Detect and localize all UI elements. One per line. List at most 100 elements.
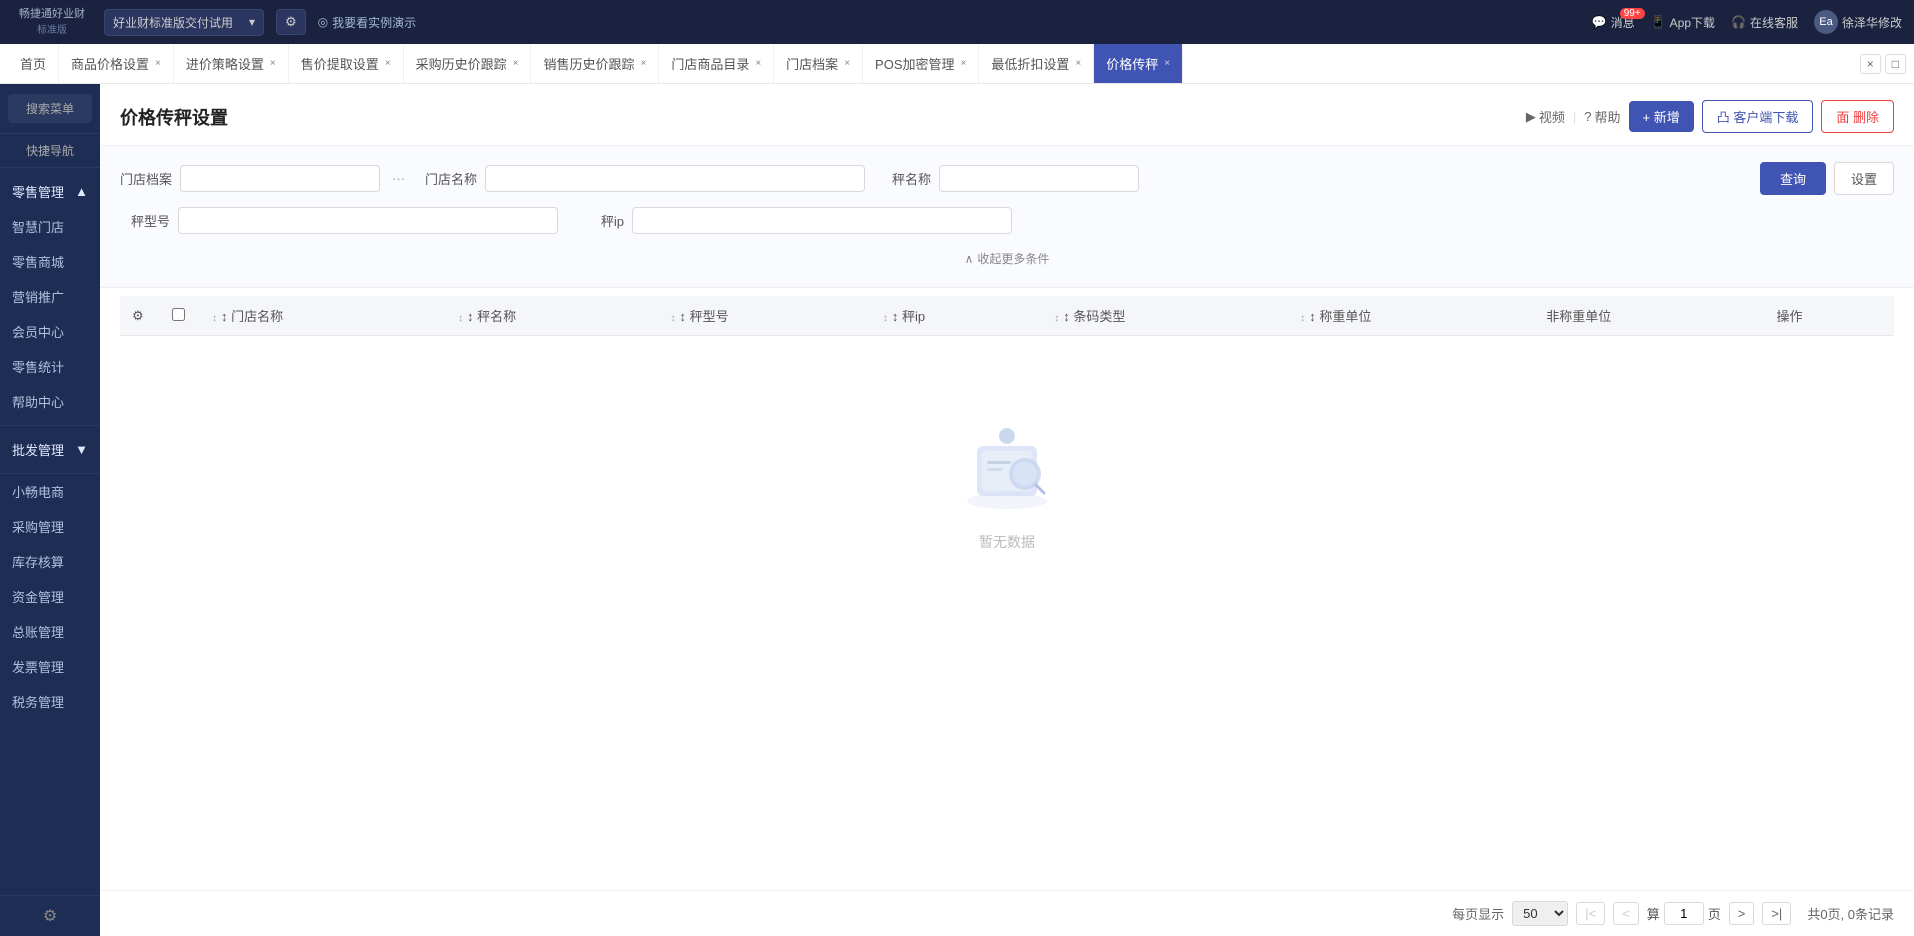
sidebar-item-tax[interactable]: 税务管理 — [0, 684, 100, 719]
store-name-input[interactable] — [485, 165, 865, 192]
sidebar-item-marketing[interactable]: 营销推广 — [0, 279, 100, 314]
add-button[interactable]: + 新增 — [1629, 101, 1694, 132]
user-menu[interactable]: Ea 徐泽华修改 — [1814, 10, 1902, 34]
scale-ip-input[interactable] — [632, 207, 1012, 234]
sidebar-section-retail: 零售管理 ▲ 智慧门店 零售商城 营销推广 会员中心 零售统计 帮助中心 — [0, 168, 100, 426]
sidebar-item-help-center[interactable]: 帮助中心 — [0, 384, 100, 419]
sidebar-section-wholesale-header[interactable]: 批发管理 ▼ — [0, 432, 100, 467]
scale-name-input[interactable] — [939, 165, 1139, 192]
select-all-checkbox[interactable] — [172, 308, 185, 321]
version-settings-button[interactable]: ⚙ — [276, 9, 306, 35]
prev-page-button[interactable]: < — [1613, 902, 1639, 925]
page-number-input[interactable] — [1664, 902, 1704, 925]
search-menu-button[interactable]: 搜索菜单 — [8, 94, 92, 123]
page-header: 价格传秤设置 ▶ 视频 | ? 帮助 + 新增 凸 客户端下载 面 删除 — [100, 84, 1914, 146]
app-download-button[interactable]: 📱 App下载 — [1651, 14, 1715, 31]
tab-sale-history[interactable]: 销售历史价跟踪 × — [531, 44, 659, 83]
table-col-scale-model[interactable]: ↕ 秤型号 — [658, 296, 870, 336]
tab-pos-manage-close[interactable]: × — [961, 58, 967, 69]
tab-sale-history-label: 销售历史价跟踪 — [543, 54, 634, 73]
pagination-bar: 每页显示 10 20 50 100 |< < 算 页 > >| 共0页, 0条记… — [100, 890, 1914, 936]
question-icon: ? — [1584, 109, 1591, 124]
tab-purchase-history-close[interactable]: × — [513, 58, 519, 69]
sidebar-item-ecommerce[interactable]: 小畅电商 — [0, 474, 100, 509]
tab-price-setting-close[interactable]: × — [155, 58, 161, 69]
filter-scale-name: 秤名称 — [881, 165, 1139, 192]
tab-min-discount-label: 最低折扣设置 — [991, 54, 1069, 73]
table-col-scale-ip[interactable]: ↕ 秤ip — [871, 296, 1042, 336]
tab-store-catalog[interactable]: 门店商品目录 × — [659, 44, 774, 83]
tab-price-spread-close[interactable]: × — [1164, 58, 1170, 69]
sidebar-item-ledger[interactable]: 总账管理 — [0, 614, 100, 649]
help-link[interactable]: ? 帮助 — [1584, 107, 1620, 126]
version-selector[interactable]: 好业财标准版交付试用 ▾ — [104, 9, 264, 36]
help-link-label: 帮助 — [1595, 107, 1621, 126]
total-info: 共0页, 0条记录 — [1807, 904, 1894, 923]
last-page-button[interactable]: >| — [1762, 902, 1791, 925]
store-file-input[interactable] — [180, 165, 380, 192]
main-layout: 搜索菜单 快捷导航 零售管理 ▲ 智慧门店 零售商城 营销推广 会员中心 零售统… — [0, 84, 1914, 936]
online-service-button[interactable]: 🎧 在线客服 — [1731, 14, 1798, 31]
content-area: 价格传秤设置 ▶ 视频 | ? 帮助 + 新增 凸 客户端下载 面 删除 — [100, 84, 1914, 936]
table-col-weight-unit[interactable]: ↕ 称重单位 — [1288, 296, 1534, 336]
version-text: 好业财标准版交付试用 — [113, 14, 243, 31]
table-col-scale-name[interactable]: ↕ 秤名称 — [446, 296, 658, 336]
tab-purchase-history[interactable]: 采购历史价跟踪 × — [404, 44, 532, 83]
table-header: ⚙ ↕ 门店名称 ↕ 秤名称 ↕ 秤型号 ↕ 秤ip ↕ 条码类型 ↕ 称重单位… — [120, 296, 1894, 336]
tab-store-file-label: 门店档案 — [786, 54, 838, 73]
tab-price-spread[interactable]: 价格传秤 × — [1094, 44, 1183, 83]
table-col-barcode-type[interactable]: ↕ 条码类型 — [1042, 296, 1288, 336]
video-link[interactable]: ▶ 视频 — [1526, 107, 1565, 126]
sidebar: 搜索菜单 快捷导航 零售管理 ▲ 智慧门店 零售商城 营销推广 会员中心 零售统… — [0, 84, 100, 936]
next-page-button[interactable]: > — [1729, 902, 1755, 925]
tab-price-setting[interactable]: 商品价格设置 × — [59, 44, 174, 83]
page-size-select[interactable]: 10 20 50 100 — [1512, 901, 1568, 926]
close-tab-button[interactable]: × — [1860, 54, 1881, 74]
tab-store-file[interactable]: 门店档案 × — [774, 44, 863, 83]
sidebar-gear-icon[interactable]: ⚙ — [43, 908, 57, 925]
query-button[interactable]: 查询 — [1760, 162, 1826, 195]
nav-window-controls: × □ — [1860, 54, 1906, 74]
tab-store-file-close[interactable]: × — [844, 58, 850, 69]
tab-purchase-strategy-close[interactable]: × — [270, 58, 276, 69]
sidebar-item-finance[interactable]: 资金管理 — [0, 579, 100, 614]
scale-model-input[interactable] — [178, 207, 558, 234]
download-client-button[interactable]: 凸 客户端下载 — [1702, 100, 1814, 133]
tab-sale-extract-close[interactable]: × — [385, 58, 391, 69]
tab-min-discount[interactable]: 最低折扣设置 × — [979, 44, 1094, 83]
table-gear-icon[interactable]: ⚙ — [132, 308, 144, 323]
demo-button[interactable]: ◎ 我要看实例演示 — [318, 14, 417, 31]
logo-subtitle: 标准版 — [37, 21, 67, 36]
table-col-store-name[interactable]: ↕ 门店名称 — [200, 296, 446, 336]
store-file-ellipsis[interactable]: ··· — [388, 171, 409, 186]
sidebar-item-retail-stats[interactable]: 零售统计 — [0, 349, 100, 384]
tab-sale-history-close[interactable]: × — [640, 58, 646, 69]
tab-home[interactable]: 首页 — [8, 44, 59, 83]
tab-sale-extract[interactable]: 售价提取设置 × — [289, 44, 404, 83]
top-header: 畅捷通好业财 标准版 好业财标准版交付试用 ▾ ⚙ ◎ 我要看实例演示 💬 消息… — [0, 0, 1914, 44]
page-of-label: 页 — [1708, 904, 1721, 923]
collapse-up-icon: ∧ — [965, 252, 974, 266]
quick-nav-button[interactable]: 快捷导航 — [0, 134, 100, 168]
expand-tab-button[interactable]: □ — [1885, 54, 1906, 74]
sidebar-section-retail-header[interactable]: 零售管理 ▲ — [0, 174, 100, 209]
collapse-button[interactable]: ∧ 收起更多条件 — [953, 246, 1062, 271]
delete-button[interactable]: 面 删除 — [1821, 100, 1894, 133]
tab-purchase-history-label: 采购历史价跟踪 — [416, 54, 507, 73]
message-button[interactable]: 💬 消息 99+ — [1592, 14, 1635, 31]
sidebar-item-smart-store[interactable]: 智慧门店 — [0, 209, 100, 244]
tab-store-catalog-close[interactable]: × — [755, 58, 761, 69]
logo-area: 畅捷通好业财 标准版 — [12, 8, 92, 36]
page-title: 价格传秤设置 — [120, 104, 228, 130]
settings-filter-button[interactable]: 设置 — [1834, 162, 1894, 195]
first-page-button[interactable]: |< — [1576, 902, 1605, 925]
sidebar-item-retail-mall[interactable]: 零售商城 — [0, 244, 100, 279]
sidebar-item-purchase[interactable]: 采购管理 — [0, 509, 100, 544]
sidebar-item-member-center[interactable]: 会员中心 — [0, 314, 100, 349]
sidebar-item-inventory[interactable]: 库存核算 — [0, 544, 100, 579]
tab-pos-manage[interactable]: POS加密管理 × — [863, 44, 979, 83]
logo-title: 畅捷通好业财 — [19, 8, 85, 21]
tab-min-discount-close[interactable]: × — [1075, 58, 1081, 69]
sidebar-item-invoice[interactable]: 发票管理 — [0, 649, 100, 684]
tab-purchase-strategy[interactable]: 进价策略设置 × — [174, 44, 289, 83]
